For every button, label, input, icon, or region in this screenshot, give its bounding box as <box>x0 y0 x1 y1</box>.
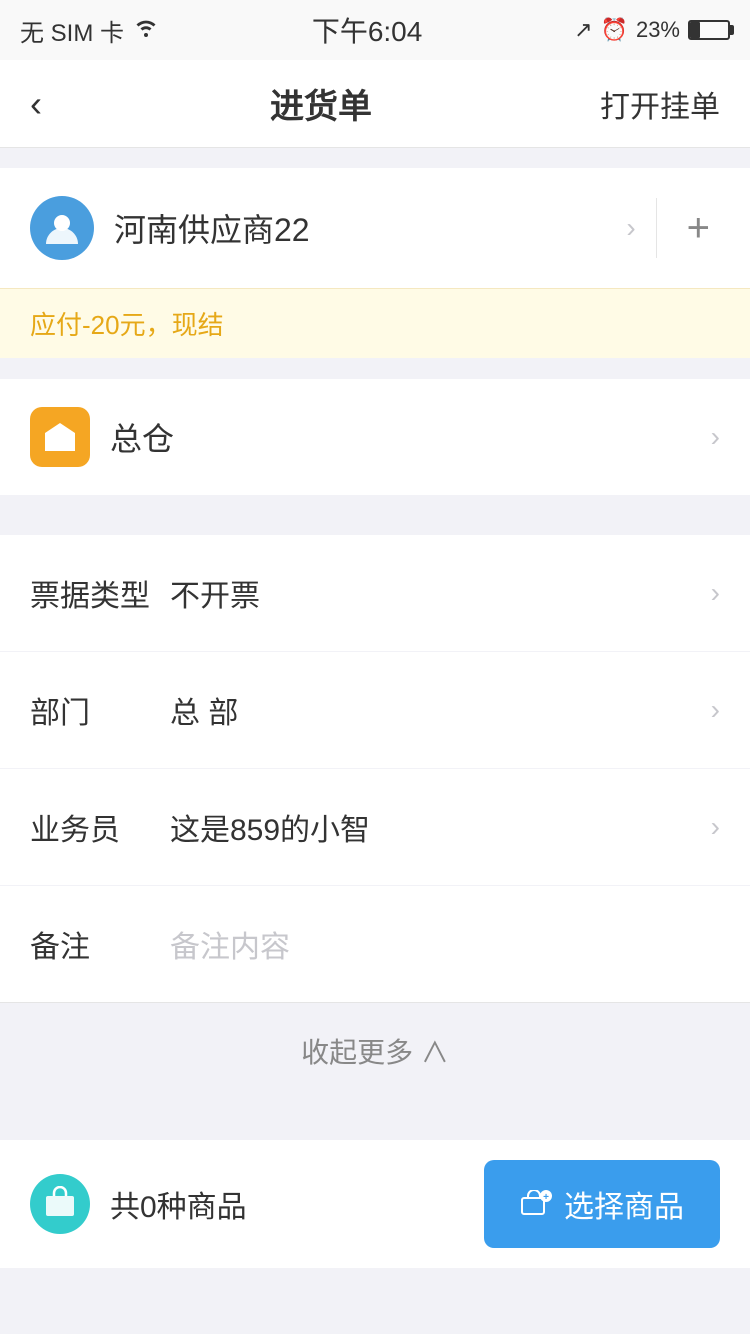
warehouse-row[interactable]: 总仓 › <box>0 378 750 495</box>
collapse-button[interactable]: 收起更多 ∧ <box>0 1002 750 1099</box>
status-right: ↗ ⏰ 23% <box>574 17 730 43</box>
supplier-name: 河南供应商22 <box>114 205 626 251</box>
cart-icon: + <box>520 1190 552 1218</box>
product-icon <box>30 1174 90 1234</box>
department-label: 部门 <box>30 688 150 732</box>
gap-3 <box>0 495 750 515</box>
warehouse-icon <box>30 407 90 467</box>
select-product-button[interactable]: + 选择商品 <box>484 1160 720 1248</box>
battery-icon <box>688 20 730 40</box>
carrier-label: 无 SIM 卡 <box>20 13 124 48</box>
department-chevron-icon: › <box>711 694 720 726</box>
invoice-type-row[interactable]: 票据类型 不开票 › <box>0 535 750 652</box>
department-row[interactable]: 部门 总 部 › <box>0 652 750 769</box>
warehouse-name: 总仓 <box>110 414 711 460</box>
form-section: 票据类型 不开票 › 部门 总 部 › 业务员 这是859的小智 › 备注 备注… <box>0 535 750 1002</box>
department-value: 总 部 <box>150 688 711 732</box>
status-time: 下午6:04 <box>312 10 423 50</box>
status-bar: 无 SIM 卡 下午6:04 ↗ ⏰ 23% <box>0 0 750 60</box>
salesperson-chevron-icon: › <box>711 811 720 843</box>
bottom-bar: 共0种商品 + 选择商品 <box>0 1139 750 1268</box>
salesperson-value: 这是859的小智 <box>150 805 711 849</box>
gap-2 <box>0 358 750 378</box>
salesperson-row[interactable]: 业务员 这是859的小智 › <box>0 769 750 886</box>
battery-label: 23% <box>636 17 680 43</box>
back-button[interactable]: ‹ <box>30 83 42 125</box>
page-title: 进货单 <box>270 79 372 128</box>
wifi-icon <box>132 16 160 44</box>
supplier-row[interactable]: 河南供应商22 › + <box>0 168 750 288</box>
supplier-chevron-icon: › <box>626 212 635 244</box>
alarm-icon: ⏰ <box>601 17 628 43</box>
product-count-label: 共0种商品 <box>110 1182 484 1226</box>
nav-bar: ‹ 进货单 打开挂单 <box>0 60 750 148</box>
invoice-type-label: 票据类型 <box>30 571 150 615</box>
supplier-divider <box>656 198 657 258</box>
remark-row[interactable]: 备注 备注内容 <box>0 886 750 1002</box>
add-supplier-button[interactable]: + <box>677 206 720 251</box>
salesperson-label: 业务员 <box>30 805 150 849</box>
open-pending-button[interactable]: 打开挂单 <box>600 82 720 126</box>
notice-text: 应付-20元，现结 <box>30 310 224 340</box>
collapse-label: 收起更多 ∧ <box>301 1031 449 1071</box>
svg-text:+: + <box>543 1192 549 1203</box>
warehouse-section: 总仓 › <box>0 378 750 495</box>
remark-label: 备注 <box>30 922 150 966</box>
supplier-avatar <box>30 196 94 260</box>
invoice-type-value: 不开票 <box>150 571 711 615</box>
gap-1 <box>0 148 750 168</box>
warehouse-chevron-icon: › <box>711 421 720 453</box>
remark-input[interactable]: 备注内容 <box>150 922 720 966</box>
gap-4 <box>0 1099 750 1119</box>
supplier-section: 河南供应商22 › + 应付-20元，现结 <box>0 168 750 358</box>
notice-bar: 应付-20元，现结 <box>0 288 750 358</box>
select-product-label: 选择商品 <box>564 1182 684 1226</box>
location-icon: ↗ <box>574 17 592 43</box>
status-left: 无 SIM 卡 <box>20 13 160 48</box>
invoice-type-chevron-icon: › <box>711 577 720 609</box>
